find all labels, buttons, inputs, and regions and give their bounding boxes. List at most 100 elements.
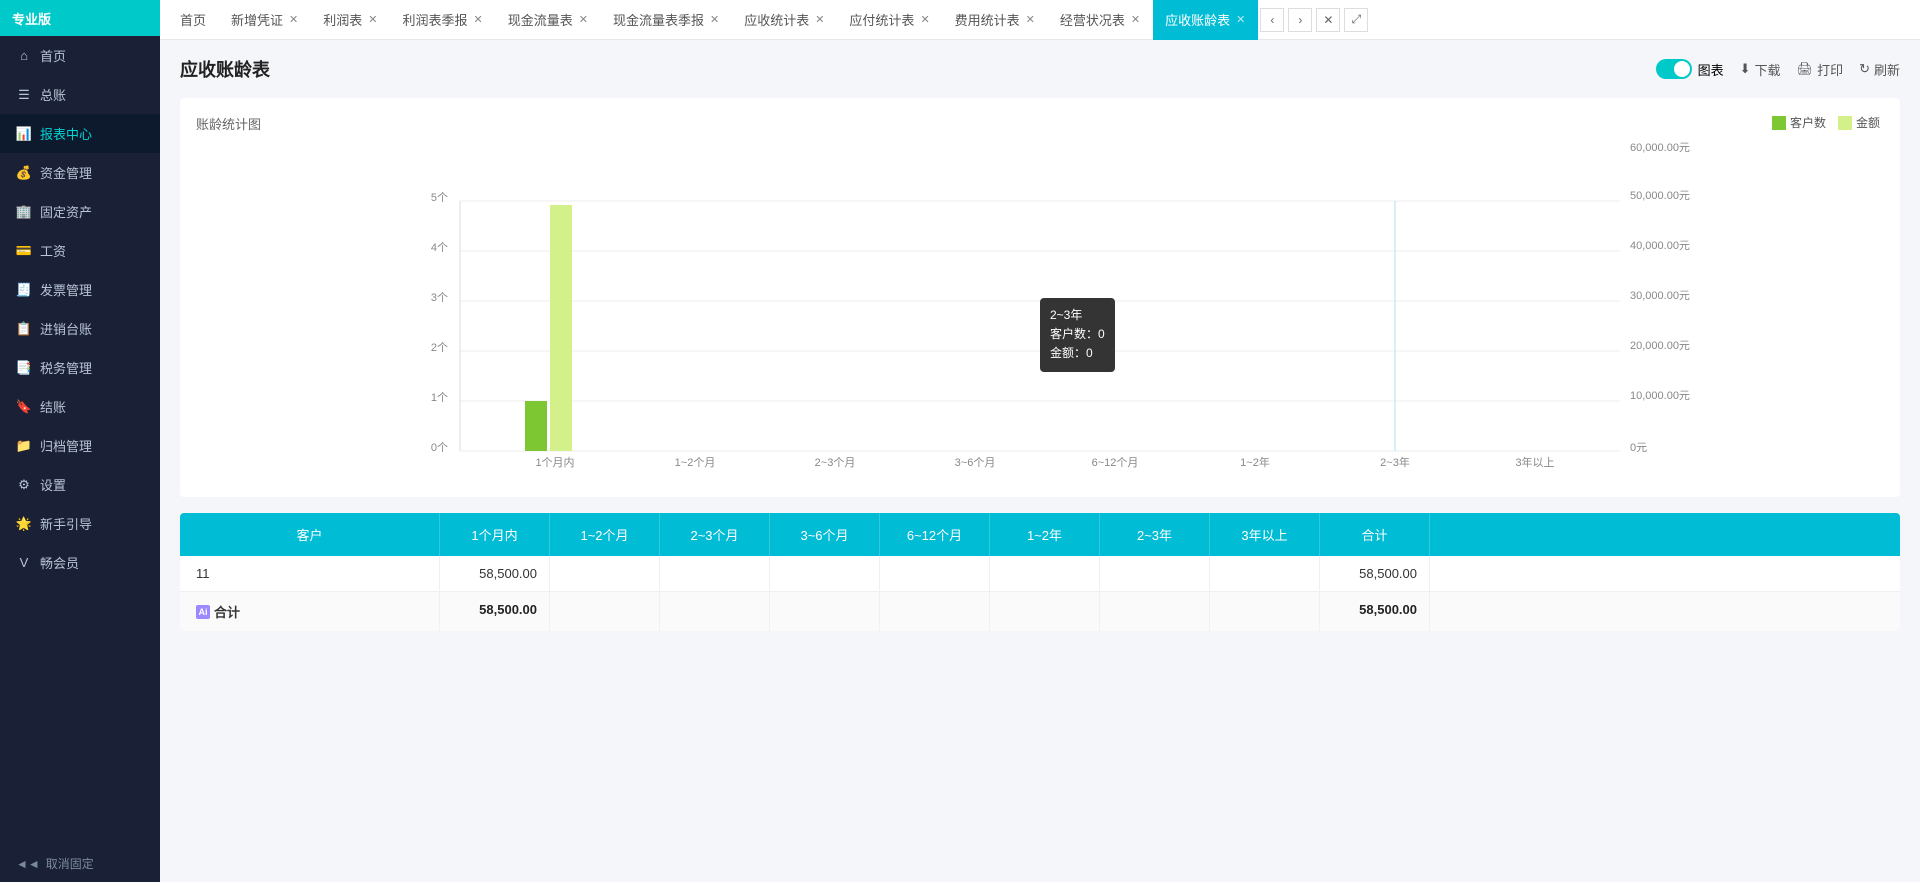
tab-profit-quarter[interactable]: 利润表季报 ✕ — [390, 0, 495, 40]
cell-over3year — [1210, 556, 1320, 591]
tab-close-all-button[interactable]: ✕ — [1316, 8, 1340, 32]
total-icon: Ai — [196, 605, 210, 619]
cell-6-12month — [880, 556, 990, 591]
toggle-track[interactable] — [1656, 59, 1692, 79]
footer-total-label: 合计 — [214, 602, 240, 621]
sidebar-item-reports[interactable]: 📊 报表中心 — [0, 114, 160, 153]
tab-close-icon[interactable]: ✕ — [1026, 13, 1035, 26]
sidebar-item-archive[interactable]: 📁 归档管理 — [0, 426, 160, 465]
footer-over3year — [1210, 592, 1320, 631]
svg-text:2~3年: 2~3年 — [1380, 455, 1410, 469]
tab-next-button[interactable]: › — [1288, 8, 1312, 32]
tab-payable-stat[interactable]: 应付统计表 ✕ — [837, 0, 942, 40]
tab-receivable-aging[interactable]: 应收账龄表 ✕ — [1153, 0, 1258, 40]
footer-1-2year — [990, 592, 1100, 631]
download-button[interactable]: ⬇ 下载 — [1740, 60, 1781, 79]
svg-text:3个: 3个 — [431, 291, 448, 304]
sidebar-item-ledger[interactable]: ☰ 总账 — [0, 75, 160, 114]
tab-label: 利润表 — [323, 10, 362, 29]
sidebar-item-stock[interactable]: 📋 进销台账 — [0, 309, 160, 348]
tab-receivable-stat[interactable]: 应收统计表 ✕ — [732, 0, 837, 40]
tab-cashflow[interactable]: 现金流量表 ✕ — [496, 0, 601, 40]
footer-6-12month — [880, 592, 990, 631]
sidebar-item-invoice[interactable]: 🧾 发票管理 — [0, 270, 160, 309]
svg-text:4个: 4个 — [431, 241, 448, 254]
table-footer: Ai 合计 58,500.00 58,500.00 — [180, 592, 1900, 631]
tab-bar: 首页 新增凭证 ✕ 利润表 ✕ 利润表季报 ✕ 现金流量表 ✕ 现金流量表季报 … — [160, 0, 1920, 40]
tab-voucher[interactable]: 新增凭证 ✕ — [219, 0, 311, 40]
tab-close-icon[interactable]: ✕ — [368, 13, 377, 26]
svg-text:1个月内: 1个月内 — [535, 455, 574, 469]
tab-close-icon[interactable]: ✕ — [815, 13, 824, 26]
svg-text:2~3个月: 2~3个月 — [815, 456, 856, 469]
col-1-2year: 1~2年 — [990, 513, 1100, 556]
sidebar-item-label: 固定资产 — [40, 202, 92, 221]
tab-business-stat[interactable]: 经营状况表 ✕ — [1048, 0, 1153, 40]
app-logo: 专业版 — [0, 0, 160, 36]
print-label: 打印 — [1817, 60, 1843, 79]
print-button[interactable]: 🖨 打印 — [1797, 60, 1844, 79]
sidebar-item-guide[interactable]: 🌟 新手引导 — [0, 504, 160, 543]
sidebar-item-label: 设置 — [40, 475, 66, 494]
unpin-button[interactable]: ◄◄ 取消固定 — [0, 845, 160, 882]
tab-close-icon[interactable]: ✕ — [1131, 13, 1140, 26]
footer-1month: 58,500.00 — [440, 592, 550, 631]
tab-close-icon[interactable]: ✕ — [579, 13, 588, 26]
tab-close-icon[interactable]: ✕ — [920, 13, 929, 26]
sidebar-item-tax[interactable]: 📑 税务管理 — [0, 348, 160, 387]
tab-close-icon[interactable]: ✕ — [289, 13, 298, 26]
legend-customer-count: 客户数 — [1772, 114, 1826, 131]
tab-home[interactable]: 首页 — [168, 0, 219, 40]
sidebar-item-label: 总账 — [40, 85, 66, 104]
download-label: 下载 — [1755, 60, 1781, 79]
col-1month: 1个月内 — [440, 513, 550, 556]
svg-text:0元: 0元 — [1630, 442, 1647, 454]
sidebar-item-salary[interactable]: 💳 工资 — [0, 231, 160, 270]
download-icon: ⬇ — [1740, 61, 1751, 77]
print-icon: 🖨 — [1797, 61, 1814, 77]
col-total: 合计 — [1320, 513, 1430, 556]
table-row: 11 58,500.00 58,500.00 — [180, 556, 1900, 592]
sidebar-item-settings[interactable]: ⚙ 设置 — [0, 465, 160, 504]
col-1-2month: 1~2个月 — [550, 513, 660, 556]
tab-cashflow-quarter[interactable]: 现金流量表季报 ✕ — [601, 0, 732, 40]
cell-customer: 11 — [180, 556, 440, 591]
svg-text:10,000.00元: 10,000.00元 — [1630, 390, 1690, 402]
page-header: 应收账龄表 图表 ⬇ 下载 🖨 打印 ↻ 刷新 — [180, 56, 1900, 82]
legend-customer-label: 客户数 — [1790, 114, 1826, 131]
sidebar-item-member[interactable]: V 畅会员 — [0, 543, 160, 582]
footer-total: 58,500.00 — [1320, 592, 1430, 631]
sidebar-item-home[interactable]: ⌂ 首页 — [0, 36, 160, 75]
col-6-12month: 6~12个月 — [880, 513, 990, 556]
tab-label: 首页 — [180, 10, 206, 29]
tab-expense-stat[interactable]: 费用统计表 ✕ — [943, 0, 1048, 40]
legend-amount-label: 金额 — [1856, 114, 1880, 131]
tab-expand-button[interactable]: ⤢ — [1344, 8, 1368, 32]
tab-prev-button[interactable]: ‹ — [1260, 8, 1284, 32]
sidebar-item-assets[interactable]: 🏢 固定资产 — [0, 192, 160, 231]
capital-icon: 💰 — [16, 165, 32, 181]
tab-close-icon[interactable]: ✕ — [710, 13, 719, 26]
svg-text:6~12个月: 6~12个月 — [1092, 456, 1139, 469]
refresh-button[interactable]: ↻ 刷新 — [1859, 60, 1900, 79]
tab-close-icon[interactable]: ✕ — [1236, 13, 1245, 26]
sidebar: 专业版 ⌂ 首页 ☰ 总账 📊 报表中心 💰 资金管理 🏢 固定资产 💳 工资 … — [0, 0, 160, 882]
svg-text:3年以上: 3年以上 — [1515, 455, 1554, 469]
tab-close-icon[interactable]: ✕ — [474, 13, 483, 26]
sidebar-item-label: 归档管理 — [40, 436, 92, 455]
tab-label: 费用统计表 — [955, 10, 1020, 29]
svg-text:30,000.00元: 30,000.00元 — [1630, 290, 1690, 302]
tab-label: 现金流量表 — [508, 10, 573, 29]
svg-text:1~2个月: 1~2个月 — [675, 456, 716, 469]
sidebar-item-label: 首页 — [40, 46, 66, 65]
tab-profit[interactable]: 利润表 ✕ — [311, 0, 390, 40]
sidebar-item-checkout[interactable]: 🔖 结账 — [0, 387, 160, 426]
data-table: 客户 1个月内 1~2个月 2~3个月 3~6个月 6~12个月 1~2年 2~… — [180, 513, 1900, 631]
svg-text:1~2年: 1~2年 — [1240, 455, 1270, 469]
refresh-icon: ↻ — [1859, 61, 1870, 77]
reports-icon: 📊 — [16, 126, 32, 142]
legend-customer-dot — [1772, 116, 1786, 130]
sidebar-item-capital[interactable]: 💰 资金管理 — [0, 153, 160, 192]
chart-toggle[interactable]: 图表 — [1656, 59, 1724, 79]
unpin-label: 取消固定 — [46, 855, 94, 872]
